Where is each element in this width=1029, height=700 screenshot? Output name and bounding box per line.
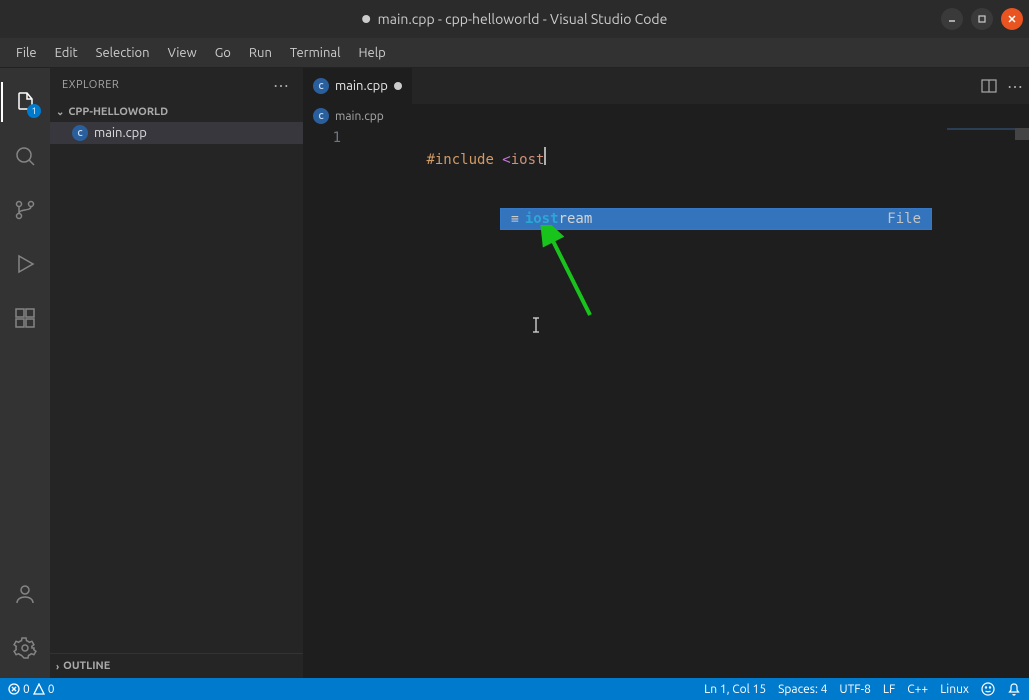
menu-selection[interactable]: Selection — [88, 42, 158, 64]
bell-icon — [1007, 682, 1021, 696]
menu-go[interactable]: Go — [207, 42, 239, 64]
menu-file[interactable]: File — [8, 42, 45, 64]
workspace-folder-name: CPP-HELLOWORLD — [68, 106, 168, 118]
menu-help[interactable]: Help — [350, 42, 393, 64]
line-number-gutter: 1 — [303, 128, 351, 678]
status-ln-col[interactable]: Ln 1, Col 15 — [704, 683, 766, 696]
error-icon — [8, 683, 20, 695]
editor-tab-label: main.cpp — [335, 79, 388, 93]
status-errors[interactable]: 0 0 — [8, 683, 55, 696]
code-angle-bracket: < — [502, 152, 510, 168]
activity-bar: 1 — [0, 68, 50, 678]
code-keyword-include: #include — [426, 152, 502, 168]
window-minimize-button[interactable] — [941, 8, 963, 30]
suggest-kind-icon: ≡ — [511, 212, 519, 227]
editor-more-actions[interactable]: ⋯ — [1007, 77, 1023, 96]
explorer-more-actions[interactable]: ⋯ — [273, 76, 291, 95]
status-eol[interactable]: LF — [883, 683, 895, 696]
activity-run-debug[interactable] — [1, 240, 49, 288]
chevron-down-icon: ⌄ — [56, 106, 64, 118]
status-os[interactable]: Linux — [940, 683, 969, 696]
window-maximize-button[interactable] — [971, 8, 993, 30]
status-feedback[interactable] — [981, 682, 995, 696]
explorer-title: EXPLORER — [62, 79, 119, 91]
split-editor-button[interactable] — [981, 78, 997, 94]
window-title-text: main.cpp - cpp-helloworld - Visual Studi… — [378, 11, 668, 27]
activity-extensions[interactable] — [1, 294, 49, 342]
text-cursor-caret — [544, 147, 546, 165]
chevron-right-icon: › — [56, 661, 59, 672]
window-title-center: main.cpp - cpp-helloworld - Visual Studi… — [362, 11, 668, 27]
search-icon — [13, 144, 37, 168]
editor-scrollbar-thumb[interactable] — [1015, 128, 1029, 140]
git-branch-icon — [13, 198, 37, 222]
feedback-smiley-icon — [981, 682, 995, 696]
activity-explorer[interactable]: 1 — [1, 78, 49, 126]
status-encoding[interactable]: UTF-8 — [839, 683, 870, 696]
warning-icon — [33, 683, 45, 695]
menu-terminal[interactable]: Terminal — [282, 42, 349, 64]
status-warning-count: 0 — [48, 683, 55, 696]
status-notifications[interactable] — [1007, 682, 1021, 696]
status-error-count: 0 — [23, 683, 30, 696]
mouse-text-cursor — [530, 316, 542, 334]
main-area: 1 EXPLORER ⋯ ⌄ CPP-HEL — [0, 68, 1029, 678]
minimap-highlight — [947, 128, 1015, 130]
intellisense-suggest-widget[interactable]: ≡ iostream File — [500, 208, 932, 230]
maximize-icon — [977, 14, 987, 24]
window-close-button[interactable] — [1001, 8, 1023, 30]
close-icon — [1007, 14, 1017, 24]
breadcrumb[interactable]: C main.cpp — [303, 104, 1029, 128]
file-tree-item-label: main.cpp — [94, 126, 147, 140]
activity-search[interactable] — [1, 132, 49, 180]
minimize-icon — [947, 14, 957, 24]
cpp-file-icon: C — [313, 78, 329, 94]
window-buttons — [941, 8, 1023, 30]
menu-bar: File Edit Selection View Go Run Terminal… — [0, 38, 1029, 68]
explorer-sidebar: EXPLORER ⋯ ⌄ CPP-HELLOWORLD C main.cpp ›… — [50, 68, 303, 678]
ibeam-cursor-icon — [530, 316, 542, 334]
dirty-indicator-dot — [362, 15, 370, 23]
explorer-header: EXPLORER ⋯ — [50, 68, 303, 102]
workspace-folder-header[interactable]: ⌄ CPP-HELLOWORLD — [50, 102, 303, 122]
cpp-file-icon: C — [72, 125, 88, 141]
editor-tabs: C main.cpp ⋯ — [303, 68, 1029, 104]
line-number-1: 1 — [333, 130, 341, 146]
menu-edit[interactable]: Edit — [47, 42, 86, 64]
split-icon — [981, 78, 997, 94]
suggest-item-iostream[interactable]: ≡ iostream File — [501, 209, 931, 229]
outline-section-header[interactable]: › OUTLINE — [50, 653, 303, 678]
explorer-badge: 1 — [27, 104, 41, 118]
suggest-item-kind: File — [887, 211, 921, 227]
tab-dirty-indicator — [394, 82, 402, 90]
cpp-file-icon: C — [313, 108, 329, 124]
gear-icon — [13, 636, 37, 660]
extensions-icon — [13, 306, 37, 330]
editor-tab-main-cpp[interactable]: C main.cpp — [303, 68, 413, 104]
activity-settings[interactable] — [1, 624, 49, 672]
menu-run[interactable]: Run — [241, 42, 280, 64]
account-icon — [13, 582, 37, 606]
status-indent[interactable]: Spaces: 4 — [778, 683, 827, 696]
status-bar: 0 0 Ln 1, Col 15 Spaces: 4 UTF-8 LF C++ … — [0, 678, 1029, 700]
play-bug-icon — [13, 252, 37, 276]
outline-label: OUTLINE — [63, 660, 110, 672]
breadcrumb-filename: main.cpp — [335, 110, 384, 123]
menu-view[interactable]: View — [160, 42, 205, 64]
window-titlebar: main.cpp - cpp-helloworld - Visual Studi… — [0, 0, 1029, 38]
editor-tab-actions: ⋯ — [981, 68, 1023, 104]
activity-accounts[interactable] — [1, 570, 49, 618]
code-line-1: #include <iost — [359, 130, 546, 184]
status-language[interactable]: C++ — [907, 683, 928, 696]
activity-source-control[interactable] — [1, 186, 49, 234]
suggest-rest-text: ream — [559, 211, 593, 227]
editor-group: C main.cpp ⋯ C main.cpp 1 #include <iost — [303, 68, 1029, 678]
suggest-match-text: iost — [525, 211, 559, 227]
file-tree-item-main-cpp[interactable]: C main.cpp — [50, 122, 303, 144]
code-typed-text: iost — [511, 152, 545, 168]
